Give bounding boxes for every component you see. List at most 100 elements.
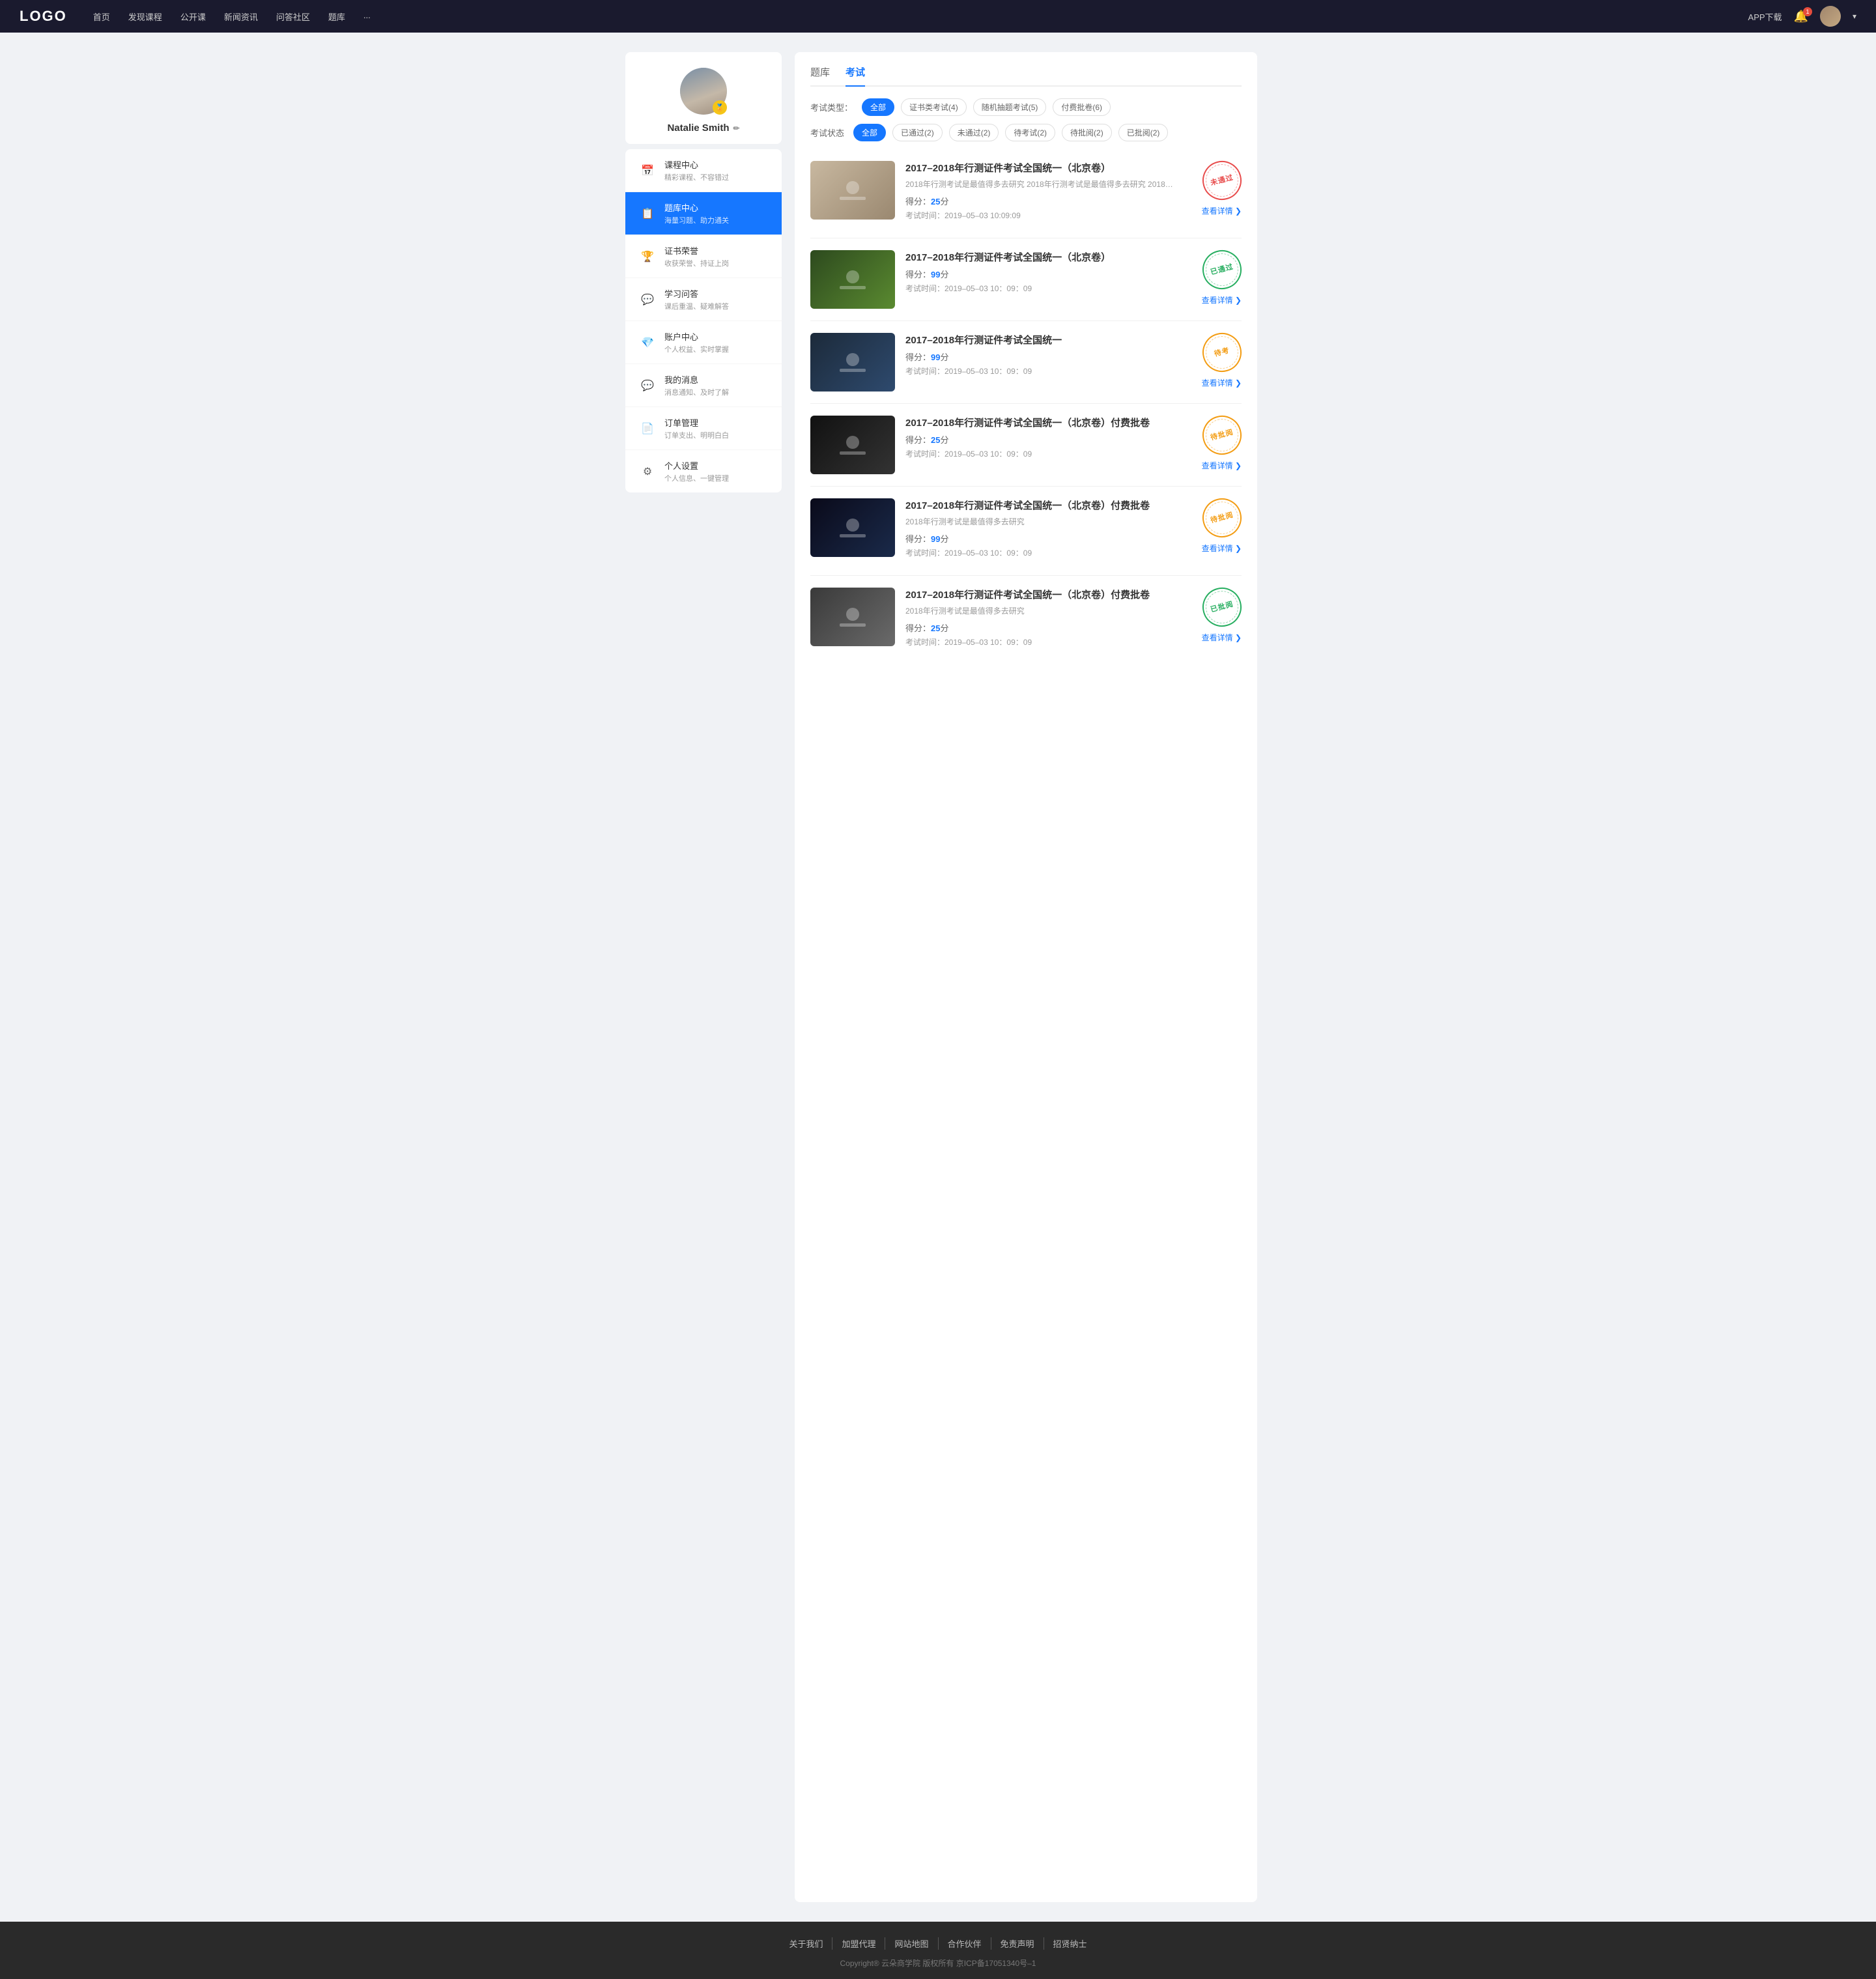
exam-item: 2017–2018年行测证件考试全国统一 得分：99分 考试时间：2019–05… bbox=[810, 321, 1242, 404]
footer-link-1[interactable]: 加盟代理 bbox=[832, 1937, 885, 1950]
nav-open-course[interactable]: 公开课 bbox=[180, 10, 206, 23]
filter-status-failed[interactable]: 未通过(2) bbox=[949, 124, 999, 141]
sidebar-item-sub: 订单支出、明明白白 bbox=[664, 430, 729, 440]
exam-info: 2017–2018年行测证件考试全国统一（北京卷） 得分：99分 考试时间：20… bbox=[905, 250, 1179, 299]
exam-title[interactable]: 2017–2018年行测证件考试全国统一（北京卷）付费批卷 bbox=[905, 588, 1179, 601]
sidebar-item-title: 学习问答 bbox=[664, 287, 729, 300]
avatar-image bbox=[1820, 6, 1841, 27]
sidebar-item-sub: 消息通知、及时了解 bbox=[664, 387, 729, 397]
sidebar-item-sub: 课后重温、疑难解答 bbox=[664, 301, 729, 311]
chat-icon: 💬 bbox=[638, 293, 657, 306]
sidebar-item-text-qa: 学习问答 课后重温、疑难解答 bbox=[664, 287, 729, 311]
footer: 关于我们加盟代理网站地图合作伙伴免责声明招贤纳士 Copyright® 云朵商学… bbox=[0, 1922, 1876, 1979]
filter-type-all[interactable]: 全部 bbox=[862, 98, 894, 116]
exam-detail-link[interactable]: 查看详情 ❯ bbox=[1202, 377, 1242, 388]
filter-status-reviewed[interactable]: 已批阅(2) bbox=[1118, 124, 1169, 141]
nav-discover[interactable]: 发现课程 bbox=[128, 10, 162, 23]
list-icon: 📋 bbox=[638, 207, 657, 220]
nav-qa[interactable]: 问答社区 bbox=[276, 10, 310, 23]
filter-type-cert[interactable]: 证书类考试(4) bbox=[901, 98, 967, 116]
sidebar-item-qa[interactable]: 💬 学习问答 课后重温、疑难解答 bbox=[625, 278, 782, 321]
exam-title[interactable]: 2017–2018年行测证件考试全国统一 bbox=[905, 333, 1179, 347]
footer-link-2[interactable]: 网站地图 bbox=[885, 1937, 938, 1950]
avatar[interactable] bbox=[1820, 6, 1841, 27]
exam-score-value: 25 bbox=[931, 435, 940, 445]
logo: LOGO bbox=[20, 8, 67, 25]
footer-link-0[interactable]: 关于我们 bbox=[780, 1937, 832, 1950]
sidebar-item-settings[interactable]: ⚙ 个人设置 个人信息、一键管理 bbox=[625, 450, 782, 492]
exam-detail-link[interactable]: 查看详情 ❯ bbox=[1202, 632, 1242, 643]
chevron-down-icon[interactable]: ▾ bbox=[1853, 12, 1856, 21]
exam-item: 2017–2018年行测证件考试全国统一（北京卷）付费批卷 得分：25分 考试时… bbox=[810, 404, 1242, 487]
exam-title[interactable]: 2017–2018年行测证件考试全国统一（北京卷） bbox=[905, 250, 1179, 264]
filter-status-passed[interactable]: 已通过(2) bbox=[892, 124, 943, 141]
footer-link-5[interactable]: 招贤纳士 bbox=[1044, 1937, 1096, 1950]
exam-item: 2017–2018年行测证件考试全国统一（北京卷） 2018年行测考试是最值得多… bbox=[810, 149, 1242, 238]
sidebar-item-account[interactable]: 💎 账户中心 个人权益、实时掌握 bbox=[625, 321, 782, 364]
trophy-icon: 🏆 bbox=[638, 250, 657, 263]
filter-type-random[interactable]: 随机抽题考试(5) bbox=[973, 98, 1047, 116]
exam-score: 得分：99分 bbox=[905, 268, 1179, 280]
footer-link-3[interactable]: 合作伙伴 bbox=[939, 1937, 991, 1950]
nav-bank[interactable]: 题库 bbox=[328, 10, 345, 23]
exam-info: 2017–2018年行测证件考试全国统一（北京卷）付费批卷 2018年行测考试是… bbox=[905, 588, 1179, 653]
exam-time: 考试时间：2019–05–03 10：09：09 bbox=[905, 547, 1179, 558]
sidebar-item-certificate[interactable]: 🏆 证书荣誉 收获荣誉、持证上岗 bbox=[625, 235, 782, 278]
exam-right-col: 未通过 查看详情 ❯ bbox=[1189, 161, 1242, 216]
exam-title[interactable]: 2017–2018年行测证件考试全国统一（北京卷） bbox=[905, 161, 1179, 175]
footer-link-4[interactable]: 免责声明 bbox=[991, 1937, 1044, 1950]
exam-item: 2017–2018年行测证件考试全国统一（北京卷）付费批卷 2018年行测考试是… bbox=[810, 576, 1242, 664]
app-download-button[interactable]: APP下载 bbox=[1748, 10, 1782, 23]
filter-status-pending[interactable]: 待考试(2) bbox=[1005, 124, 1055, 141]
exam-info: 2017–2018年行测证件考试全国统一（北京卷）付费批卷 2018年行测考试是… bbox=[905, 498, 1179, 563]
filter-type-paid[interactable]: 付费批卷(6) bbox=[1053, 98, 1111, 116]
exam-thumbnail bbox=[810, 250, 895, 309]
gear-icon: ⚙ bbox=[638, 465, 657, 478]
sidebar-item-sub: 个人信息、一键管理 bbox=[664, 473, 729, 483]
sidebar-profile: 🏅 Natalie Smith ✏ bbox=[625, 52, 782, 144]
sidebar: 🏅 Natalie Smith ✏ 📅 课程中心 精彩课程、不容错过 📋 题库中… bbox=[625, 52, 782, 1902]
main-container: 🏅 Natalie Smith ✏ 📅 课程中心 精彩课程、不容错过 📋 题库中… bbox=[612, 33, 1264, 1922]
sidebar-item-messages[interactable]: 💬 我的消息 消息通知、及时了解 bbox=[625, 364, 782, 407]
exam-detail-link[interactable]: 查看详情 ❯ bbox=[1202, 543, 1242, 554]
notification-bell[interactable]: 🔔 1 bbox=[1794, 10, 1808, 23]
exam-item: 2017–2018年行测证件考试全国统一（北京卷）付费批卷 2018年行测考试是… bbox=[810, 487, 1242, 576]
exam-time: 考试时间：2019–05–03 10：09：09 bbox=[905, 448, 1179, 459]
profile-name-row: Natalie Smith ✏ bbox=[667, 122, 739, 134]
exam-detail-link[interactable]: 查看详情 ❯ bbox=[1202, 460, 1242, 471]
sidebar-item-text-orders: 订单管理 订单支出、明明白白 bbox=[664, 416, 729, 440]
sidebar-item-text-settings: 个人设置 个人信息、一键管理 bbox=[664, 459, 729, 483]
status-stamp: 已批阅 bbox=[1198, 583, 1245, 631]
sidebar-item-orders[interactable]: 📄 订单管理 订单支出、明明白白 bbox=[625, 407, 782, 450]
filter-status-review[interactable]: 待批阅(2) bbox=[1062, 124, 1112, 141]
nav-home[interactable]: 首页 bbox=[93, 10, 110, 23]
sidebar-item-course-center[interactable]: 📅 课程中心 精彩课程、不容错过 bbox=[625, 149, 782, 192]
status-stamp: 待批阅 bbox=[1198, 494, 1245, 541]
tab-exam[interactable]: 考试 bbox=[846, 65, 865, 85]
exam-thumbnail bbox=[810, 588, 895, 646]
profile-edit-icon[interactable]: ✏ bbox=[733, 124, 739, 133]
sidebar-item-title: 我的消息 bbox=[664, 373, 729, 386]
exam-title[interactable]: 2017–2018年行测证件考试全国统一（北京卷）付费批卷 bbox=[905, 498, 1179, 512]
tab-bank[interactable]: 题库 bbox=[810, 65, 830, 85]
document-icon: 📄 bbox=[638, 422, 657, 435]
sidebar-item-question-bank[interactable]: 📋 题库中心 海量习题、助力通关 bbox=[625, 192, 782, 235]
exam-score: 得分：25分 bbox=[905, 433, 1179, 446]
filter-status-row: 考试状态 全部 已通过(2) 未通过(2) 待考试(2) 待批阅(2) 已批阅(… bbox=[810, 124, 1242, 141]
exam-detail-link[interactable]: 查看详情 ❯ bbox=[1202, 294, 1242, 306]
nav-news[interactable]: 新闻资讯 bbox=[224, 10, 258, 23]
sidebar-item-title: 账户中心 bbox=[664, 330, 729, 343]
status-stamp: 未通过 bbox=[1198, 156, 1245, 204]
filter-status-all[interactable]: 全部 bbox=[853, 124, 886, 141]
exam-detail-link[interactable]: 查看详情 ❯ bbox=[1202, 205, 1242, 216]
status-stamp: 已通过 bbox=[1198, 246, 1245, 293]
exam-right-col: 待考 查看详情 ❯ bbox=[1189, 333, 1242, 388]
exam-desc: 2018年行测考试是最值得多去研究 bbox=[905, 605, 1179, 616]
bell-badge: 1 bbox=[1803, 7, 1812, 16]
sidebar-item-sub: 精彩课程、不容错过 bbox=[664, 172, 729, 182]
exam-title[interactable]: 2017–2018年行测证件考试全国统一（北京卷）付费批卷 bbox=[905, 416, 1179, 429]
filter-type-label: 考试类型： bbox=[810, 101, 853, 113]
nav-more[interactable]: ... bbox=[363, 10, 371, 23]
message-icon: 💬 bbox=[638, 379, 657, 392]
filter-type-row: 考试类型： 全部 证书类考试(4) 随机抽题考试(5) 付费批卷(6) bbox=[810, 98, 1242, 116]
